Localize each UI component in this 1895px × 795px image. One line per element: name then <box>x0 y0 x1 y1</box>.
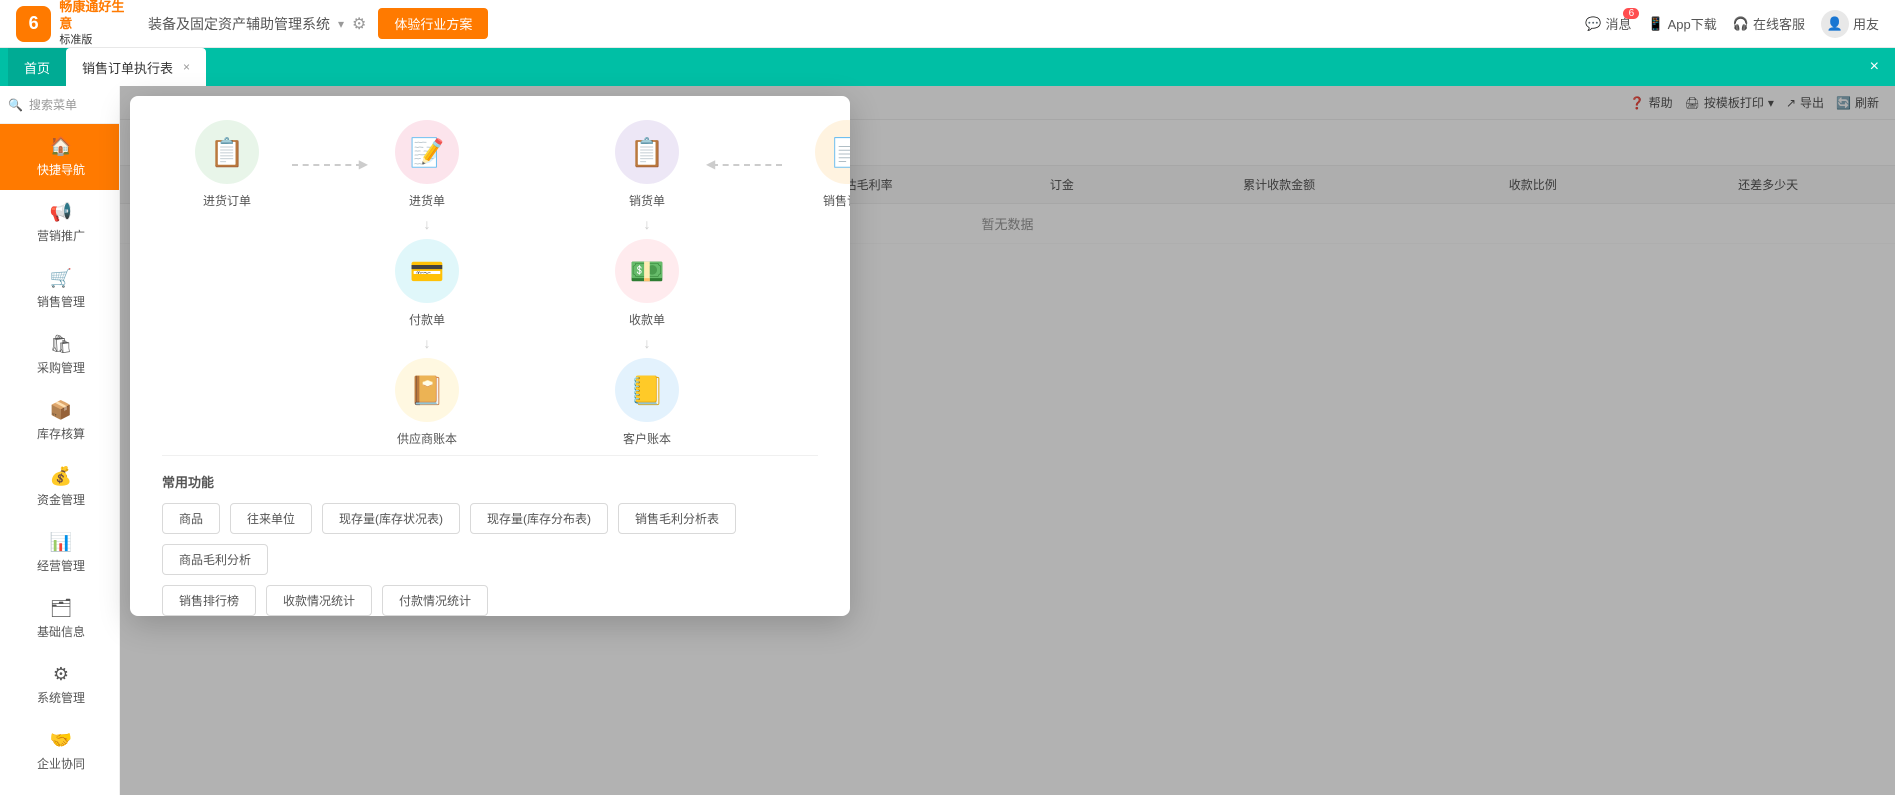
supplier-ledger-circle: 📔 <box>395 358 459 422</box>
flow-node-supplier-ledger[interactable]: 📔 供应商账本 <box>395 358 459 447</box>
func-btn-stock-status[interactable]: 现存量(库存状况表) <box>322 503 460 534</box>
user-menu[interactable]: 👤 用友 <box>1821 10 1879 38</box>
sale-order-circle: 📄 <box>815 120 850 184</box>
tab-home[interactable]: 首页 <box>8 48 66 86</box>
flow-node-sale-order[interactable]: 📄 销售订单 <box>815 120 850 209</box>
func-btn-payment-stats[interactable]: 付款情况统计 <box>382 585 488 616</box>
finance-icon: 💰 <box>50 466 72 487</box>
func-btn-partner[interactable]: 往来单位 <box>230 503 312 534</box>
sales-icon: 🛒 <box>50 268 72 289</box>
home-icon: 🏠 <box>50 136 72 157</box>
purchase-order-circle: 📋 <box>195 120 259 184</box>
purchase-bill-circle: 📝 <box>395 120 459 184</box>
search-icon: 🔍 <box>8 98 23 112</box>
purchase-bill-label: 进货单 <box>409 192 445 209</box>
sidebar-item-quick-nav[interactable]: 🏠 快捷导航 <box>0 124 119 190</box>
close-all-tabs-button[interactable]: × <box>1862 58 1887 76</box>
flow-node-customer-ledger[interactable]: 📒 客户账本 <box>615 358 679 447</box>
trial-button[interactable]: 体验行业方案 <box>378 8 488 39</box>
arrow-payment-bill-down: ↓ <box>424 335 431 351</box>
flow-node-payment-bill[interactable]: 💳 付款单 <box>395 239 459 328</box>
message-badge: 6 <box>1623 8 1639 19</box>
sidebar-item-finance[interactable]: 💰 资金管理 <box>0 454 119 520</box>
receipt-bill-label: 收款单 <box>629 311 665 328</box>
func-btn-receipt-stats[interactable]: 收款情况统计 <box>266 585 372 616</box>
arrow-purchase-bill-down: ↓ <box>424 216 431 232</box>
arrow-receipt-bill-down: ↓ <box>644 335 651 351</box>
tab-sales-order-execution[interactable]: 销售订单执行表 × <box>66 48 206 86</box>
download-icon: 📱 <box>1647 16 1663 32</box>
sidebar-item-guide[interactable]: 📖 新手引导 <box>0 784 119 795</box>
inventory-icon: 📦 <box>50 400 72 421</box>
payment-bill-circle: 💳 <box>395 239 459 303</box>
app-download-button[interactable]: 📱 App下载 <box>1647 14 1716 33</box>
flow-node-purchase-order[interactable]: 📋 进货订单 <box>195 120 259 209</box>
customer-ledger-label: 客户账本 <box>623 430 671 447</box>
header-right: 💬 消息 6 📱 App下载 🎧 在线客服 👤 用友 <box>1585 10 1879 38</box>
func-btn-sales-rank[interactable]: 销售排行榜 <box>162 585 256 616</box>
func-btn-sales-profit[interactable]: 销售毛利分析表 <box>618 503 736 534</box>
system-icon: ⚙ <box>53 664 69 685</box>
arrow-sale-order-to-bill: ◀ <box>712 164 782 166</box>
system-dropdown-icon[interactable]: ▾ <box>338 17 344 31</box>
customer-ledger-circle: 📒 <box>615 358 679 422</box>
common-functions: 常用功能 商品 往来单位 现存量(库存状况表) 现存量(库存分布表) 销售毛利分… <box>162 455 818 616</box>
content-area: ❓ 帮助 🖨 按模板打印 ▾ ↗ 导出 🔄 刷新 <box>120 86 1895 795</box>
gear-icon[interactable]: ⚙ <box>352 14 366 34</box>
func-btn-goods-profit[interactable]: 商品毛利分析 <box>162 544 268 575</box>
sidebar-item-sales[interactable]: 🛒 销售管理 <box>0 256 119 322</box>
sale-bill-circle: 📋 <box>615 120 679 184</box>
sale-bill-label: 销货单 <box>629 192 665 209</box>
func-row-1: 商品 往来单位 现存量(库存状况表) 现存量(库存分布表) 销售毛利分析表 商品… <box>162 503 818 575</box>
main-layout: 🔍 搜索菜单 🏠 快捷导航 📢 营销推广 🛒 销售管理 🛍 采购管理 📦 库存核… <box>0 86 1895 795</box>
popup-overlay: 📋 进货订单 ▶ 📝 进货单 <box>120 86 1895 795</box>
func-btn-stock-dist[interactable]: 现存量(库存分布表) <box>470 503 608 534</box>
logo-area: 6 畅康通好生意 标准版 <box>16 0 136 48</box>
sidebar-item-inventory[interactable]: 📦 库存核算 <box>0 388 119 454</box>
sidebar-item-operations[interactable]: 📊 经营管理 <box>0 520 119 586</box>
popup-inner: 📋 进货订单 ▶ 📝 进货单 <box>130 96 850 616</box>
supplier-ledger-label: 供应商账本 <box>397 430 457 447</box>
collab-icon: 🤝 <box>50 730 72 751</box>
flow-node-sale-bill[interactable]: 📋 销货单 <box>615 120 679 209</box>
arrow-sale-bill-down: ↓ <box>644 216 651 232</box>
arrow-purchase-order-to-bill: ▶ <box>292 164 362 166</box>
func-btn-goods[interactable]: 商品 <box>162 503 220 534</box>
marketing-icon: 📢 <box>50 202 72 223</box>
top-header: 6 畅康通好生意 标准版 装备及固定资产辅助管理系统 ▾ ⚙ 体验行业方案 💬 … <box>0 0 1895 48</box>
system-title-wrap: 装备及固定资产辅助管理系统 ▾ ⚙ <box>148 14 366 34</box>
receipt-bill-circle: 💵 <box>615 239 679 303</box>
message-button[interactable]: 💬 消息 6 <box>1585 14 1631 33</box>
logo-text: 畅康通好生意 标准版 <box>59 0 136 48</box>
func-row-2: 销售排行榜 收款情况统计 付款情况统计 <box>162 585 818 616</box>
sidebar-search[interactable]: 🔍 搜索菜单 <box>0 86 119 124</box>
online-service-button[interactable]: 🎧 在线客服 <box>1733 14 1805 33</box>
user-avatar: 👤 <box>1821 10 1849 38</box>
flow-node-purchase-bill[interactable]: 📝 进货单 <box>395 120 459 209</box>
payment-bill-label: 付款单 <box>409 311 445 328</box>
basics-icon: 🗂 <box>50 598 73 619</box>
flow-popup: 📋 进货订单 ▶ 📝 进货单 <box>130 96 850 616</box>
flow-node-receipt-bill[interactable]: 💵 收款单 <box>615 239 679 328</box>
logo-icon: 6 <box>16 6 51 42</box>
system-title: 装备及固定资产辅助管理系统 <box>148 14 330 34</box>
tab-close-icon[interactable]: × <box>183 60 190 74</box>
sidebar-item-basics[interactable]: 🗂 基础信息 <box>0 586 119 652</box>
service-icon: 🎧 <box>1733 16 1749 32</box>
message-icon: 💬 <box>1585 16 1601 32</box>
purchase-icon: 🛍 <box>50 334 73 355</box>
sidebar-item-collab[interactable]: 🤝 企业协同 <box>0 718 119 784</box>
sidebar: 🔍 搜索菜单 🏠 快捷导航 📢 营销推广 🛒 销售管理 🛍 采购管理 📦 库存核… <box>0 86 120 795</box>
sidebar-item-marketing[interactable]: 📢 营销推广 <box>0 190 119 256</box>
sidebar-item-purchase[interactable]: 🛍 采购管理 <box>0 322 119 388</box>
operations-icon: 📊 <box>50 532 72 553</box>
nav-tabs: 首页 销售订单执行表 × × <box>0 48 1895 86</box>
sidebar-item-system[interactable]: ⚙ 系统管理 <box>0 652 119 718</box>
common-title: 常用功能 <box>162 472 818 491</box>
purchase-order-label: 进货订单 <box>203 192 251 209</box>
sale-order-label: 销售订单 <box>823 192 850 209</box>
